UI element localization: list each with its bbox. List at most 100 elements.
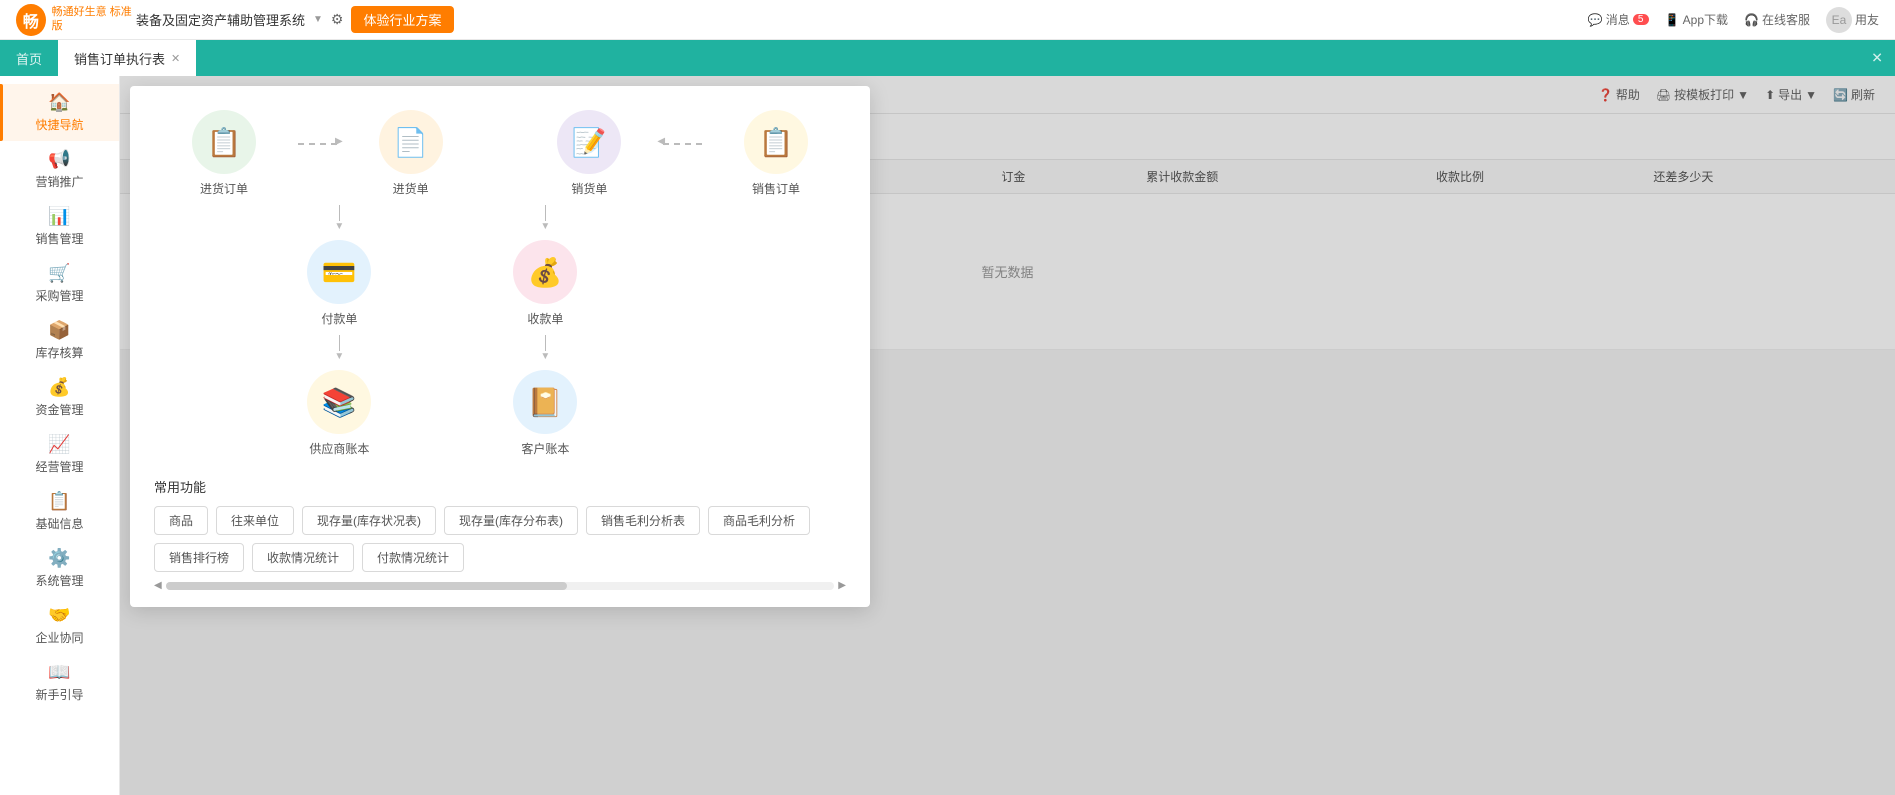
try-button[interactable]: 体验行业方案 (351, 6, 453, 33)
top-header: 畅 畅通好生意 标准版 装备及固定资产辅助管理系统 ▼ ⚙ 体验行业方案 💬 消… (0, 0, 1895, 40)
operations-icon: 📈 (48, 434, 70, 455)
sidebar-item-purchase[interactable]: 🛒 采购管理 (0, 255, 119, 312)
marketing-label: 营销推广 (35, 173, 83, 190)
message-icon: 💬 (1588, 13, 1603, 27)
scrollbar-thumb (166, 582, 567, 590)
tab-sales-order[interactable]: 销售订单执行表 ✕ (58, 40, 196, 76)
v-arrow-down-payment: ▼ (334, 351, 344, 362)
tab-home-label: 首页 (16, 49, 42, 68)
message-item[interactable]: 💬 消息 5 (1588, 11, 1649, 28)
func-btn-stock-status[interactable]: 现存量(库存状况表) (302, 506, 436, 535)
sidebar-item-quick-nav[interactable]: 🏠 快捷导航 (0, 84, 119, 141)
system-label: 系统管理 (35, 572, 83, 589)
system-title: 装备及固定资产辅助管理系统 (136, 10, 305, 29)
customer-ledger-icon: 📔 (528, 386, 563, 419)
flow-node-sale-order[interactable]: 📋 销售订单 (706, 110, 846, 197)
func-btn-receipt-stats[interactable]: 收款情况统计 (252, 543, 354, 572)
finance-label: 资金管理 (35, 401, 83, 418)
func-btn-product[interactable]: 商品 (154, 506, 208, 535)
v-line-purchase (339, 205, 340, 221)
flow-row-2: 💳 付款单 💰 收款单 (154, 240, 846, 327)
message-label: 消息 (1606, 11, 1630, 28)
collab-icon: 🤝 (48, 605, 70, 626)
online-service-label: 在线客服 (1762, 11, 1810, 28)
basic-info-label: 基础信息 (35, 515, 83, 532)
inventory-label: 库存核算 (35, 344, 83, 361)
flow-node-sale-bill[interactable]: 📝 销货单 (519, 110, 659, 197)
modal-box: 📋 进货订单 📄 进货单 (130, 86, 870, 607)
sidebar-item-inventory[interactable]: 📦 库存核算 (0, 312, 119, 369)
purchase-order-circle: 📋 (192, 110, 256, 174)
system-title-area: 装备及固定资产辅助管理系统 ▼ ⚙ 体验行业方案 (136, 6, 1588, 33)
flow-node-purchase-bill[interactable]: 📄 进货单 (341, 110, 481, 197)
v-arrow-purchase: ▼ (294, 205, 385, 232)
purchase-bill-label: 进货单 (393, 180, 429, 197)
func-btn-product-margin[interactable]: 商品毛利分析 (708, 506, 810, 535)
v-line-receipt (545, 335, 546, 351)
arrow-line-2 (663, 143, 702, 145)
flow-node-purchase-order[interactable]: 📋 进货订单 (154, 110, 294, 197)
logo-icon: 畅 (16, 4, 46, 36)
customer-ledger-label: 客户账本 (521, 440, 569, 457)
flow-row-1: 📋 进货订单 📄 进货单 (154, 110, 846, 197)
username-label: 用友 (1855, 11, 1879, 28)
flow-node-receipt[interactable]: 💰 收款单 (475, 240, 615, 327)
func-buttons-row1: 商品 往来单位 现存量(库存状况表) 现存量(库存分布表) 销售毛利分析表 商品… (154, 506, 846, 535)
logo-text: 畅通好生意 标准版 (52, 6, 136, 32)
sidebar-item-operations[interactable]: 📈 经营管理 (0, 426, 119, 483)
func-btn-stock-dist[interactable]: 现存量(库存分布表) (444, 506, 578, 535)
tab-home[interactable]: 首页 (0, 40, 58, 76)
flow-node-payment[interactable]: 💳 付款单 (294, 240, 385, 327)
tab-close-icon[interactable]: ✕ (171, 52, 180, 65)
scrollbar-left-arrow[interactable]: ◀ (154, 580, 162, 591)
flow-node-customer-ledger[interactable]: 📔 客户账本 (475, 370, 615, 457)
func-btn-counterpart[interactable]: 往来单位 (216, 506, 294, 535)
scrollbar-track[interactable] (166, 582, 835, 590)
nav-tabs: 首页 销售订单执行表 ✕ ✕ (0, 40, 1895, 76)
func-btn-sales-rank[interactable]: 销售排行榜 (154, 543, 244, 572)
common-functions: 常用功能 商品 往来单位 现存量(库存状况表) 现存量(库存分布表) 销售毛利分… (154, 477, 846, 572)
flow-arrows-vertical: ▼ ▼ (154, 205, 846, 232)
online-service-item[interactable]: 🎧 在线客服 (1744, 11, 1810, 28)
sidebar-item-basic-info[interactable]: 📋 基础信息 (0, 483, 119, 540)
v-line-payment (339, 335, 340, 351)
receipt-icon: 💰 (528, 256, 563, 289)
main-layout: 🏠 快捷导航 📢 营销推广 📊 销售管理 🛒 采购管理 📦 库存核算 💰 资金管… (0, 76, 1895, 795)
supplier-ledger-label: 供应商账本 (309, 440, 369, 457)
user-avatar: Ea (1826, 7, 1852, 33)
scrollbar-right-arrow[interactable]: ▶ (838, 580, 846, 591)
sales-icon: 📊 (48, 206, 70, 227)
quick-nav-label: 快捷导航 (35, 116, 83, 133)
sidebar-item-finance[interactable]: 💰 资金管理 (0, 369, 119, 426)
modal-overlay[interactable]: 📋 进货订单 📄 进货单 (120, 76, 1895, 795)
flow-arrow-1 (294, 143, 341, 145)
func-btn-sales-margin[interactable]: 销售毛利分析表 (586, 506, 700, 535)
func-btn-payment-stats[interactable]: 付款情况统计 (362, 543, 464, 572)
app-icon: 📱 (1665, 13, 1680, 27)
guide-label: 新手引导 (35, 686, 83, 703)
sidebar-item-guide[interactable]: 📖 新手引导 (0, 654, 119, 711)
v-arrow-down-sale: ▼ (540, 221, 550, 232)
v-arrow-payment: ▼ (294, 335, 385, 362)
payment-icon: 💳 (322, 256, 357, 289)
app-download-label: App下载 (1683, 11, 1728, 28)
message-badge: 5 (1633, 14, 1649, 25)
sidebar-item-marketing[interactable]: 📢 营销推广 (0, 141, 119, 198)
sale-bill-icon: 📝 (572, 126, 607, 159)
app-download-item[interactable]: 📱 App下载 (1665, 11, 1728, 28)
func-buttons-row2: 销售排行榜 收款情况统计 付款情况统计 (154, 543, 846, 572)
service-icon: 🎧 (1744, 13, 1759, 27)
arrow-line-1 (298, 143, 337, 145)
close-all-tabs-icon[interactable]: ✕ (1871, 50, 1883, 67)
sidebar-item-collab[interactable]: 🤝 企业协同 (0, 597, 119, 654)
v-arrow-down-receipt: ▼ (540, 351, 550, 362)
user-area[interactable]: Ea 用友 (1826, 7, 1879, 33)
sidebar-item-system[interactable]: ⚙️ 系统管理 (0, 540, 119, 597)
v-arrow-receipt: ▼ (475, 335, 615, 362)
flow-node-supplier-ledger[interactable]: 📚 供应商账本 (294, 370, 385, 457)
system-dropdown-icon[interactable]: ▼ (313, 14, 323, 25)
sidebar-item-sales[interactable]: 📊 销售管理 (0, 198, 119, 255)
supplier-ledger-icon: 📚 (322, 386, 357, 419)
modal-scrollbar: ◀ ▶ (154, 580, 846, 591)
gear-icon[interactable]: ⚙ (331, 11, 344, 28)
